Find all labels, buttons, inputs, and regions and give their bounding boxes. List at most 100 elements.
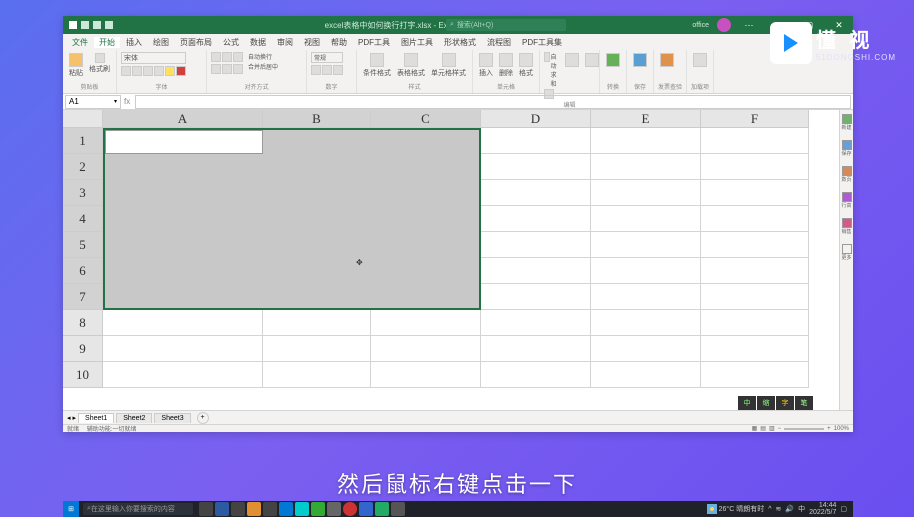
row-header-5[interactable]: 5 [63,232,103,258]
align-bot-icon[interactable] [233,52,243,62]
app-icon-6[interactable] [295,502,309,516]
cell[interactable] [701,310,809,336]
save-cloud-button[interactable] [631,52,649,68]
tray-up-icon[interactable]: ^ [768,506,771,513]
col-header-E[interactable]: E [591,110,701,128]
user-avatar[interactable] [717,18,731,32]
col-header-B[interactable]: B [263,110,371,128]
addins-button[interactable] [691,52,709,68]
row-header-8[interactable]: 8 [63,310,103,336]
cell[interactable] [701,128,809,154]
align-mid-icon[interactable] [222,52,232,62]
tray-net-icon[interactable]: ≋ [776,505,782,513]
menu-draw[interactable]: 绘图 [148,37,174,48]
sort-filter-button[interactable] [563,52,581,68]
app-icon-1[interactable] [215,502,229,516]
ime-pen[interactable]: 笔 [795,396,813,410]
cell[interactable] [701,362,809,388]
app-icon-10[interactable] [375,502,389,516]
cell[interactable] [591,154,701,180]
sheet-nav-prev[interactable]: ▸ [73,414,77,422]
col-header-F[interactable]: F [701,110,809,128]
border-icon[interactable] [154,66,164,76]
menu-shape[interactable]: 形状格式 [439,37,481,48]
side-new[interactable]: 新建 [841,114,853,134]
redo-icon[interactable] [105,21,113,29]
cells-area[interactable]: ✥ [103,128,839,410]
format-cell-button[interactable]: 格式 [517,52,535,79]
row-header-10[interactable]: 10 [63,362,103,388]
col-header-C[interactable]: C [371,110,481,128]
cell[interactable] [701,232,809,258]
comma-icon[interactable] [333,65,343,75]
paste-button[interactable]: 粘贴 [67,52,85,79]
cell[interactable] [591,232,701,258]
app-icon-2[interactable] [231,502,245,516]
cell[interactable] [701,206,809,232]
zoom-slider[interactable] [784,428,824,430]
cell[interactable] [701,336,809,362]
menu-file[interactable]: 文件 [67,37,93,48]
cell[interactable] [481,258,591,284]
cell[interactable] [591,362,701,388]
menu-help[interactable]: 帮助 [326,37,352,48]
taskbar-search[interactable]: ⌕ 在这里输入你要搜索的内容 [83,503,193,515]
menu-data[interactable]: 数据 [245,37,271,48]
menu-home[interactable]: 开始 [94,37,120,48]
app-icon-3[interactable] [247,502,261,516]
cell[interactable] [481,128,591,154]
autosum-icon[interactable] [544,52,550,62]
app-icon-7[interactable] [311,502,325,516]
menu-pdfset[interactable]: PDF工具集 [517,37,567,48]
cell[interactable] [481,284,591,310]
cell[interactable] [701,258,809,284]
cell[interactable] [591,284,701,310]
search-box[interactable]: ⌕ 搜索(Alt+Q) [446,19,566,31]
cell[interactable] [103,362,263,388]
font-select[interactable]: 宋体 [121,52,186,64]
app-icon-9[interactable] [359,502,373,516]
row-header-4[interactable]: 4 [63,206,103,232]
col-header-D[interactable]: D [481,110,591,128]
start-button[interactable]: ⊞ [63,501,79,517]
fill-color-icon[interactable] [165,66,175,76]
tray-notif-icon[interactable]: ▢ [840,505,847,513]
formula-bar[interactable] [135,95,851,109]
view-layout-icon[interactable]: ▤ [760,425,766,432]
cell[interactable] [591,336,701,362]
app-icon-11[interactable] [391,502,405,516]
side-save[interactable]: 保存 [841,140,853,160]
merge-button[interactable]: 合并后居中 [248,62,278,71]
zoom-in-button[interactable]: + [827,426,831,432]
col-header-A[interactable]: A [103,110,263,128]
cell[interactable] [481,206,591,232]
invoice-button[interactable] [658,52,676,68]
font-color-icon[interactable] [176,66,186,76]
app-icon-rec[interactable] [343,502,357,516]
cell[interactable] [103,336,263,362]
delete-cell-button[interactable]: 删除 [497,52,515,79]
app-icon-8[interactable] [327,502,341,516]
side-sales[interactable]: 销售 [841,218,853,238]
wrap-button[interactable]: 自动换行 [248,52,278,61]
weather-widget[interactable]: 26°C 晴朗有时 [707,504,765,514]
cell[interactable] [701,154,809,180]
cell[interactable] [263,336,371,362]
cell[interactable] [481,362,591,388]
percent-icon[interactable] [322,65,332,75]
find-button[interactable] [583,52,601,68]
name-box[interactable]: A1▾ [65,95,121,109]
menu-layout[interactable]: 页面布局 [175,37,217,48]
row-header-9[interactable]: 9 [63,336,103,362]
ime-zoom[interactable]: 缩 [757,396,775,410]
cell[interactable] [591,128,701,154]
align-right-icon[interactable] [233,64,243,74]
cell[interactable] [701,180,809,206]
cond-format-button[interactable]: 条件格式 [361,52,393,79]
insert-cell-button[interactable]: 插入 [477,52,495,79]
side-more[interactable]: 更多 [841,244,853,264]
cell[interactable] [481,154,591,180]
cell[interactable] [371,336,481,362]
cell[interactable] [481,232,591,258]
side-page[interactable]: 数页 [841,166,853,186]
